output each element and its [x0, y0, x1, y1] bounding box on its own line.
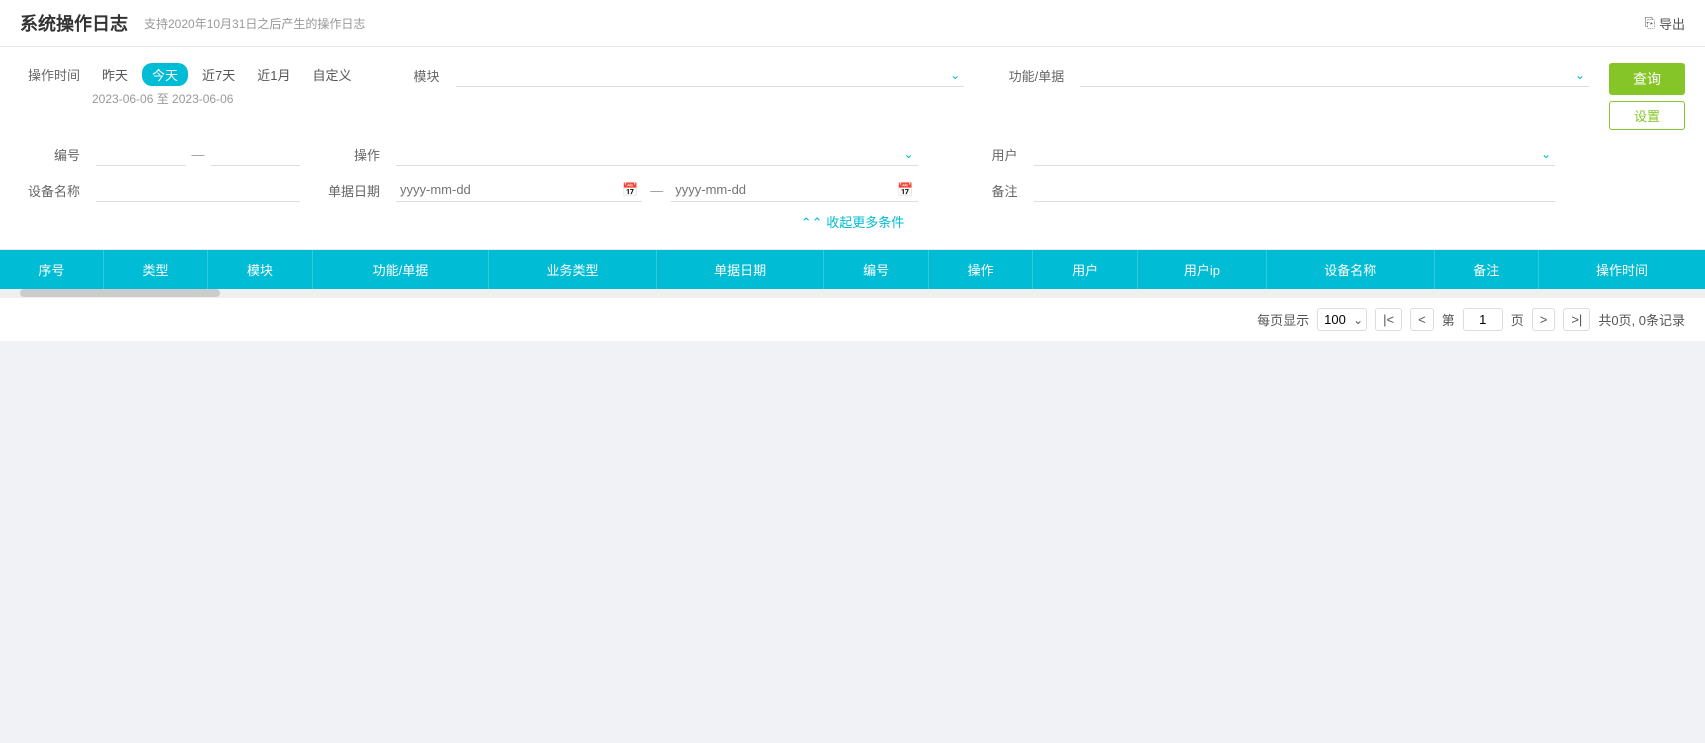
- table-area: 序号 类型 模块 功能/单据 业务类型 单据日期 编号 操作 用户 用户ip 设…: [0, 250, 1705, 297]
- table-header-row: 序号 类型 模块 功能/单据 业务类型 单据日期 编号 操作 用户 用户ip 设…: [0, 250, 1705, 289]
- user-select-wrap: ⌄: [1034, 142, 1556, 166]
- col-number: 编号: [824, 250, 928, 289]
- col-device: 设备名称: [1266, 250, 1434, 289]
- function-label: 功能/单据: [1004, 66, 1064, 85]
- time-btn-1month[interactable]: 近1月: [249, 63, 298, 86]
- number-range-dash: —: [192, 147, 205, 162]
- time-btn-7days[interactable]: 近7天: [194, 63, 243, 86]
- page-title: 系统操作日志: [20, 10, 128, 36]
- col-module: 模块: [208, 250, 312, 289]
- time-label: 操作时间: [20, 65, 80, 84]
- export-icon: ⎘: [1645, 15, 1655, 31]
- col-user-ip: 用户ip: [1137, 250, 1266, 289]
- user-label: 用户: [958, 145, 1018, 164]
- device-label: 设备名称: [20, 181, 80, 200]
- function-select-wrap: ⌄: [1080, 63, 1589, 87]
- col-user: 用户: [1033, 250, 1137, 289]
- date-start-wrap: 📅: [396, 178, 642, 202]
- col-biz-type: 业务类型: [489, 250, 657, 289]
- page-label: 第: [1442, 310, 1455, 329]
- export-button[interactable]: ⎘ 导出: [1645, 14, 1685, 33]
- col-operation: 操作: [928, 250, 1032, 289]
- remark-input[interactable]: [1034, 178, 1556, 202]
- last-page-button[interactable]: >|: [1563, 308, 1590, 331]
- date-end-wrap: 📅: [671, 178, 917, 202]
- operation-select-wrap: ⌄: [396, 142, 918, 166]
- page-number-input[interactable]: [1463, 308, 1503, 331]
- col-type: 类型: [103, 250, 207, 289]
- prev-page-button[interactable]: <: [1410, 308, 1434, 331]
- scrollbar-thumb[interactable]: [20, 289, 220, 297]
- voucher-date-label: 单据日期: [320, 181, 380, 200]
- col-function: 功能/单据: [312, 250, 488, 289]
- table-scroll[interactable]: 序号 类型 模块 功能/单据 业务类型 单据日期 编号 操作 用户 用户ip 设…: [0, 250, 1705, 289]
- filter-area: 操作时间 昨天 今天 近7天 近1月 自定义 2023-06-06 至 2023…: [0, 47, 1705, 250]
- module-select[interactable]: [456, 63, 965, 87]
- time-btn-today[interactable]: 今天: [142, 63, 188, 86]
- time-options: 昨天 今天 近7天 近1月 自定义: [94, 63, 360, 86]
- per-page-select[interactable]: 50 100 200 500: [1317, 308, 1367, 331]
- data-table: 序号 类型 模块 功能/单据 业务类型 单据日期 编号 操作 用户 用户ip 设…: [0, 250, 1705, 289]
- date-end-input[interactable]: [671, 178, 917, 202]
- time-btn-yesterday[interactable]: 昨天: [94, 63, 136, 86]
- operation-select[interactable]: [396, 142, 918, 166]
- operation-label: 操作: [320, 145, 380, 164]
- time-btn-custom[interactable]: 自定义: [305, 63, 360, 86]
- number-end-input[interactable]: [211, 142, 301, 166]
- date-range-dash: —: [650, 183, 663, 198]
- collapse-icon: ⌃⌃: [801, 215, 823, 230]
- user-select[interactable]: [1034, 142, 1556, 166]
- total-info: 共0页, 0条记录: [1598, 310, 1685, 329]
- number-start-input[interactable]: [96, 142, 186, 166]
- remark-label: 备注: [958, 181, 1018, 200]
- horizontal-scrollbar[interactable]: [0, 289, 1705, 297]
- collapse-bar[interactable]: ⌃⌃ 收起更多条件: [20, 206, 1685, 241]
- first-page-button[interactable]: |<: [1375, 308, 1402, 331]
- col-index: 序号: [0, 250, 103, 289]
- date-start-input[interactable]: [396, 178, 642, 202]
- number-label: 编号: [20, 145, 80, 164]
- function-select[interactable]: [1080, 63, 1589, 87]
- page-unit: 页: [1511, 310, 1524, 329]
- next-page-button[interactable]: >: [1532, 308, 1556, 331]
- settings-button[interactable]: 设置: [1609, 101, 1685, 130]
- pagination-bar: 每页显示 50 100 200 500 ⌄ |< < 第 页 > >| 共0页,…: [0, 297, 1705, 341]
- col-voucher-date: 单据日期: [656, 250, 824, 289]
- query-button[interactable]: 查询: [1609, 63, 1685, 95]
- time-range-text: 2023-06-06 至 2023-06-06: [92, 92, 233, 106]
- page-subtitle: 支持2020年10月31日之后产生的操作日志: [144, 15, 365, 32]
- module-label: 模块: [380, 66, 440, 85]
- action-buttons: 查询 设置: [1609, 63, 1685, 130]
- page-header: 系统操作日志 支持2020年10月31日之后产生的操作日志 ⎘ 导出: [0, 0, 1705, 47]
- module-select-wrap: ⌄: [456, 63, 965, 87]
- export-label: 导出: [1659, 14, 1685, 33]
- collapse-label: 收起更多条件: [826, 215, 904, 230]
- number-range: —: [96, 142, 300, 166]
- device-input[interactable]: [96, 178, 300, 202]
- table-header: 序号 类型 模块 功能/单据 业务类型 单据日期 编号 操作 用户 用户ip 设…: [0, 250, 1705, 289]
- col-op-time: 操作时间: [1539, 250, 1705, 289]
- per-page-label: 每页显示: [1257, 310, 1309, 329]
- col-remark: 备注: [1434, 250, 1538, 289]
- per-page-wrap: 50 100 200 500 ⌄: [1317, 308, 1367, 331]
